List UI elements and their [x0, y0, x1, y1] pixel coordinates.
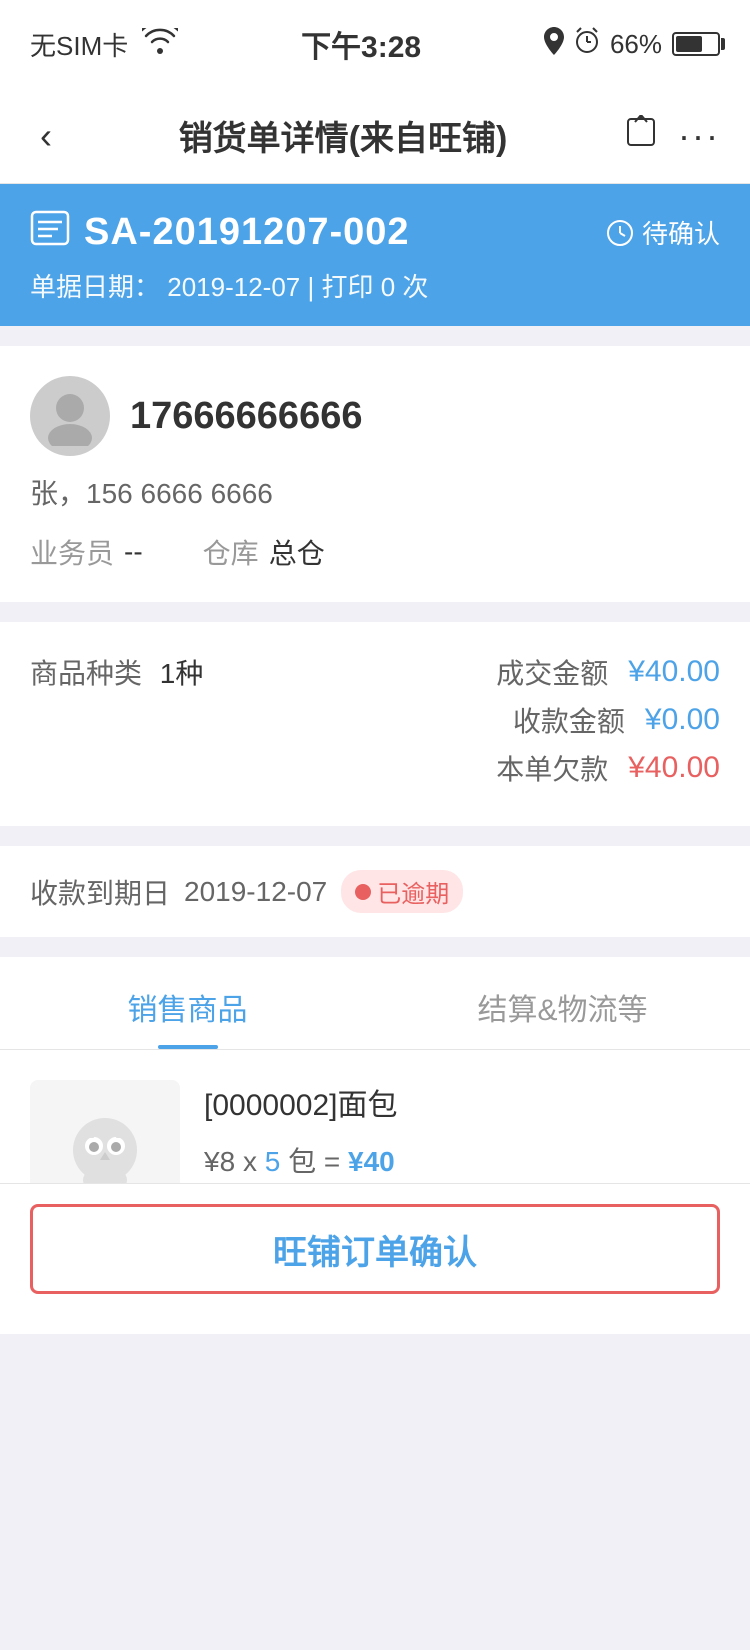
- received-value: ¥0.00: [645, 703, 720, 737]
- status-left: 无SIM卡: [30, 26, 178, 63]
- amounts: 成交金额 ¥40.00 收款金额 ¥0.00 本单欠款 ¥40.00: [496, 652, 720, 796]
- overdue-dot: [355, 884, 371, 900]
- amount-row: 成交金额 ¥40.00: [496, 652, 720, 692]
- product-info: [0000002]面包 ¥8 x 5 包 = ¥40: [204, 1080, 720, 1180]
- due-date-section: 收款到期日 2019-12-07 已逾期: [0, 846, 750, 937]
- tab-products-label: 销售商品: [128, 994, 248, 1027]
- debt-value: ¥40.00: [628, 751, 720, 785]
- order-header: SA-20191207-002 待确认 单据日期： 2019-12-07 | 打…: [0, 184, 750, 326]
- customer-meta: 业务员 -- 仓库 总仓: [30, 532, 720, 572]
- due-date-value: 2019-12-07: [184, 876, 327, 908]
- customer-section: 17666666666 张，156 6666 6666 业务员 -- 仓库 总仓: [0, 346, 750, 602]
- order-status: 待确认: [606, 214, 720, 251]
- confirm-button[interactable]: 旺铺订单确认: [30, 1204, 720, 1294]
- customer-phone: 17666666666: [130, 395, 362, 438]
- carrier-text: 无SIM卡: [30, 26, 128, 63]
- overdue-badge: 已逾期: [341, 870, 463, 913]
- amount-label: 成交金额: [496, 652, 608, 692]
- alarm-icon: [574, 27, 600, 62]
- wifi-icon: [142, 28, 178, 61]
- customer-row: 17666666666: [30, 376, 720, 456]
- more-button[interactable]: ···: [678, 115, 720, 157]
- status-label: 待确认: [642, 214, 720, 251]
- back-button[interactable]: ‹: [30, 105, 62, 167]
- status-time: 下午3:28: [301, 22, 421, 66]
- debt-label: 本单欠款: [496, 748, 608, 788]
- order-date-value: 2019-12-07: [167, 272, 300, 302]
- order-date-row: 单据日期： 2019-12-07 | 打印 0 次: [30, 267, 720, 304]
- battery-fill: [676, 36, 702, 52]
- tab-settlement-label: 结算&物流等: [477, 994, 647, 1027]
- avatar-icon: [40, 386, 100, 446]
- summary-section: 商品种类 1种 成交金额 ¥40.00 收款金额 ¥0.00 本单欠款 ¥40.…: [0, 622, 750, 826]
- received-label: 收款金额: [513, 700, 625, 740]
- received-row: 收款金额 ¥0.00: [496, 700, 720, 740]
- battery-percent: 66%: [610, 29, 662, 60]
- share-button[interactable]: [624, 115, 658, 157]
- tab-settlement[interactable]: 结算&物流等: [375, 957, 750, 1049]
- type-label: 商品种类: [30, 658, 142, 689]
- product-price: ¥8 x 5 包 = ¥40: [204, 1140, 720, 1180]
- amount-value: ¥40.00: [628, 655, 720, 689]
- sales-person: 业务员 --: [30, 532, 143, 572]
- tabs-container: 销售商品 结算&物流等: [0, 957, 750, 1050]
- sales-value: --: [124, 536, 143, 568]
- overdue-text: 已逾期: [377, 874, 449, 909]
- product-name: [0000002]面包: [204, 1080, 720, 1124]
- order-id: SA-20191207-002: [84, 211, 410, 254]
- customer-name: 张，156 6666 6666: [30, 472, 720, 512]
- order-doc-icon: [30, 210, 70, 255]
- product-type: 商品种类 1种: [30, 652, 203, 692]
- location-icon: [544, 27, 564, 62]
- status-right: 66%: [544, 27, 720, 62]
- tab-products[interactable]: 销售商品: [0, 957, 375, 1049]
- product-qty: 5: [265, 1146, 281, 1177]
- sales-label: 业务员: [30, 532, 114, 572]
- avatar: [30, 376, 110, 456]
- nav-bar: ‹ 销货单详情(来自旺铺) ···: [0, 88, 750, 184]
- warehouse: 仓库 总仓: [203, 532, 325, 572]
- order-id-row: SA-20191207-002: [30, 210, 410, 255]
- due-label: 收款到期日: [30, 872, 170, 912]
- unit-price: ¥8: [204, 1146, 235, 1177]
- product-total: ¥40: [348, 1146, 395, 1177]
- type-value: 1种: [160, 658, 204, 689]
- battery-icon: [672, 32, 720, 56]
- bottom-area: 旺铺订单确认: [0, 1183, 750, 1334]
- page-title: 销货单详情(来自旺铺): [179, 111, 508, 160]
- warehouse-value: 总仓: [269, 532, 325, 572]
- debt-row: 本单欠款 ¥40.00: [496, 748, 720, 788]
- warehouse-label: 仓库: [203, 532, 259, 572]
- nav-actions: ···: [624, 115, 720, 157]
- status-bar: 无SIM卡 下午3:28 66%: [0, 0, 750, 88]
